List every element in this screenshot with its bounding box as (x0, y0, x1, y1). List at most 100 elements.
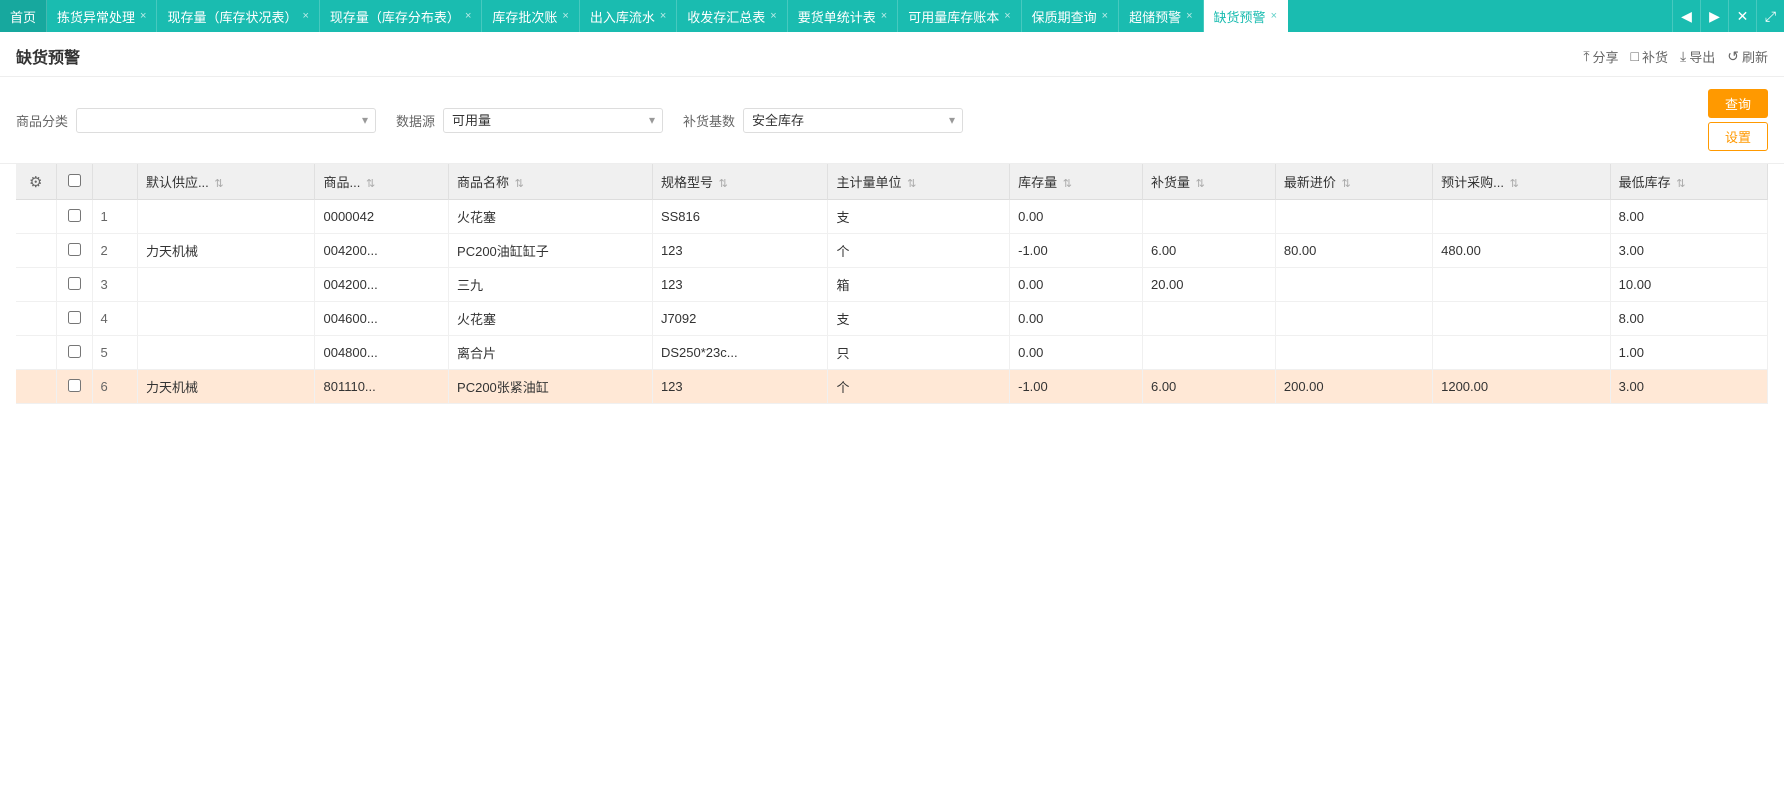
row-unit-2: 箱 (828, 268, 1010, 302)
table-row: 6 力天机械 801110... PC200张紧油缸 123 个 -1.00 6… (16, 370, 1768, 404)
nav-tab-3[interactable]: 现存量（库存分布表） × (320, 0, 482, 32)
nav-tab-11[interactable]: 缺货预警 × (1204, 0, 1288, 32)
nav-tab-4[interactable]: 库存批次账 × (482, 0, 579, 32)
min-stock-sort-icon: ⇅ (1676, 178, 1685, 190)
row-num-5: 6 (92, 370, 137, 404)
datasource-select[interactable]: 可用量 (443, 108, 663, 133)
nav-prev-button[interactable]: ◀ (1672, 0, 1700, 32)
row-unit-5: 个 (828, 370, 1010, 404)
row-checkbox-4[interactable] (68, 345, 81, 358)
row-stock-1: -1.00 (1010, 234, 1143, 268)
select-all-checkbox[interactable] (68, 174, 81, 187)
settings-column-header[interactable]: ⚙ (16, 164, 56, 200)
min-stock-column-header[interactable]: 最低库存 ⇅ (1610, 164, 1767, 200)
nav-next-button[interactable]: ▶ (1700, 0, 1728, 32)
row-checkbox-0[interactable] (68, 209, 81, 222)
filter-bar: 商品分类 数据源 可用量 补货基数 安全库存 (0, 77, 1784, 164)
table-header-row: ⚙ 默认供应... ⇅ 商品... ⇅ 商品名称 ⇅ (16, 164, 1768, 200)
row-product-code-0: 0000042 (315, 200, 449, 234)
est-purchase-column-label: 预计采购... (1441, 175, 1504, 190)
row-supplier-0 (137, 200, 315, 234)
nav-tab-6[interactable]: 收发存汇总表 × (677, 0, 787, 32)
replenish-base-select-wrapper: 安全库存 (743, 108, 963, 133)
row-gear-3 (16, 302, 56, 336)
row-latest-price-5: 200.00 (1275, 370, 1432, 404)
row-latest-price-3 (1275, 302, 1432, 336)
replenish-column-header[interactable]: 补货量 ⇅ (1142, 164, 1275, 200)
row-replenish-4 (1142, 336, 1275, 370)
product-code-sort-icon: ⇅ (366, 178, 375, 190)
tab-close-icon-1[interactable]: × (140, 10, 146, 22)
tab-close-icon-7[interactable]: × (881, 10, 887, 22)
nav-tab-7[interactable]: 要货单统计表 × (788, 0, 898, 32)
row-num-4: 5 (92, 336, 137, 370)
export-icon: ⤓ (1680, 48, 1686, 65)
spec-column-header[interactable]: 规格型号 ⇅ (652, 164, 828, 200)
row-checkbox-3[interactable] (68, 311, 81, 324)
product-name-column-header[interactable]: 商品名称 ⇅ (449, 164, 653, 200)
row-est-purchase-3 (1433, 302, 1611, 336)
nav-tab-0[interactable]: 首页 (0, 0, 47, 32)
tab-close-icon-2[interactable]: × (302, 10, 308, 22)
tab-close-icon-10[interactable]: × (1186, 10, 1192, 22)
row-checkbox-cell-3 (56, 302, 92, 336)
row-num-3: 4 (92, 302, 137, 336)
tab-close-icon-5[interactable]: × (660, 10, 666, 22)
replenish-base-select[interactable]: 安全库存 (743, 108, 963, 133)
tab-close-icon-8[interactable]: × (1004, 10, 1010, 22)
unit-column-header[interactable]: 主计量单位 ⇅ (828, 164, 1010, 200)
query-button[interactable]: 查询 (1708, 89, 1768, 118)
tab-close-icon-4[interactable]: × (562, 10, 568, 22)
row-product-code-5: 801110... (315, 370, 449, 404)
row-num-2: 3 (92, 268, 137, 302)
stock-column-header[interactable]: 库存量 ⇅ (1010, 164, 1143, 200)
category-filter-label: 商品分类 (16, 111, 68, 130)
share-button[interactable]: ⤒ 分享 (1583, 47, 1618, 66)
replenish-button[interactable]: □ 补货 (1631, 47, 1668, 66)
row-supplier-1: 力天机械 (137, 234, 315, 268)
tab-close-icon-6[interactable]: × (770, 10, 776, 22)
row-checkbox-cell-5 (56, 370, 92, 404)
row-checkbox-2[interactable] (68, 277, 81, 290)
row-unit-3: 支 (828, 302, 1010, 336)
est-purchase-sort-icon: ⇅ (1510, 178, 1519, 190)
tab-close-icon-11[interactable]: × (1271, 10, 1277, 22)
refresh-button[interactable]: ↺ 刷新 (1727, 47, 1768, 66)
settings-button[interactable]: 设置 (1708, 122, 1768, 151)
row-num-1: 2 (92, 234, 137, 268)
tab-close-icon-9[interactable]: × (1102, 10, 1108, 22)
replenish-base-filter-group: 补货基数 安全库存 (683, 108, 963, 133)
nav-expand-button[interactable]: ⤢ (1756, 0, 1784, 32)
nav-tab-1[interactable]: 拣货异常处理 × (47, 0, 157, 32)
supplier-column-header[interactable]: 默认供应... ⇅ (137, 164, 315, 200)
replenish-base-label: 补货基数 (683, 111, 735, 130)
nav-tab-2[interactable]: 现存量（库存状况表） × (157, 0, 319, 32)
row-est-purchase-5: 1200.00 (1433, 370, 1611, 404)
est-purchase-column-header[interactable]: 预计采购... ⇅ (1433, 164, 1611, 200)
product-code-column-header[interactable]: 商品... ⇅ (315, 164, 449, 200)
row-latest-price-4 (1275, 336, 1432, 370)
export-button[interactable]: ⤓ 导出 (1680, 47, 1715, 66)
tab-close-icon-3[interactable]: × (465, 10, 471, 22)
category-select[interactable] (76, 108, 376, 133)
nav-tab-10[interactable]: 超储预警 × (1119, 0, 1203, 32)
product-name-column-label: 商品名称 (457, 175, 509, 190)
top-navigation: 首页拣货异常处理 ×现存量（库存状况表） ×现存量（库存分布表） ×库存批次账 … (0, 0, 1784, 32)
num-column-header (92, 164, 137, 200)
row-latest-price-2 (1275, 268, 1432, 302)
row-product-name-2: 三九 (449, 268, 653, 302)
row-product-code-3: 004600... (315, 302, 449, 336)
nav-close-all-button[interactable]: ✕ (1728, 0, 1756, 32)
row-stock-0: 0.00 (1010, 200, 1143, 234)
row-checkbox-1[interactable] (68, 243, 81, 256)
nav-tab-5[interactable]: 出入库流水 × (580, 0, 677, 32)
row-product-code-1: 004200... (315, 234, 449, 268)
nav-tab-8[interactable]: 可用量库存账本 × (898, 0, 1021, 32)
latest-price-column-header[interactable]: 最新进价 ⇅ (1275, 164, 1432, 200)
datasource-filter-group: 数据源 可用量 (396, 108, 663, 133)
min-stock-column-label: 最低库存 (1619, 175, 1671, 190)
row-product-name-3: 火花塞 (449, 302, 653, 336)
nav-tab-9[interactable]: 保质期查询 × (1022, 0, 1119, 32)
row-gear-1 (16, 234, 56, 268)
row-checkbox-5[interactable] (68, 379, 81, 392)
